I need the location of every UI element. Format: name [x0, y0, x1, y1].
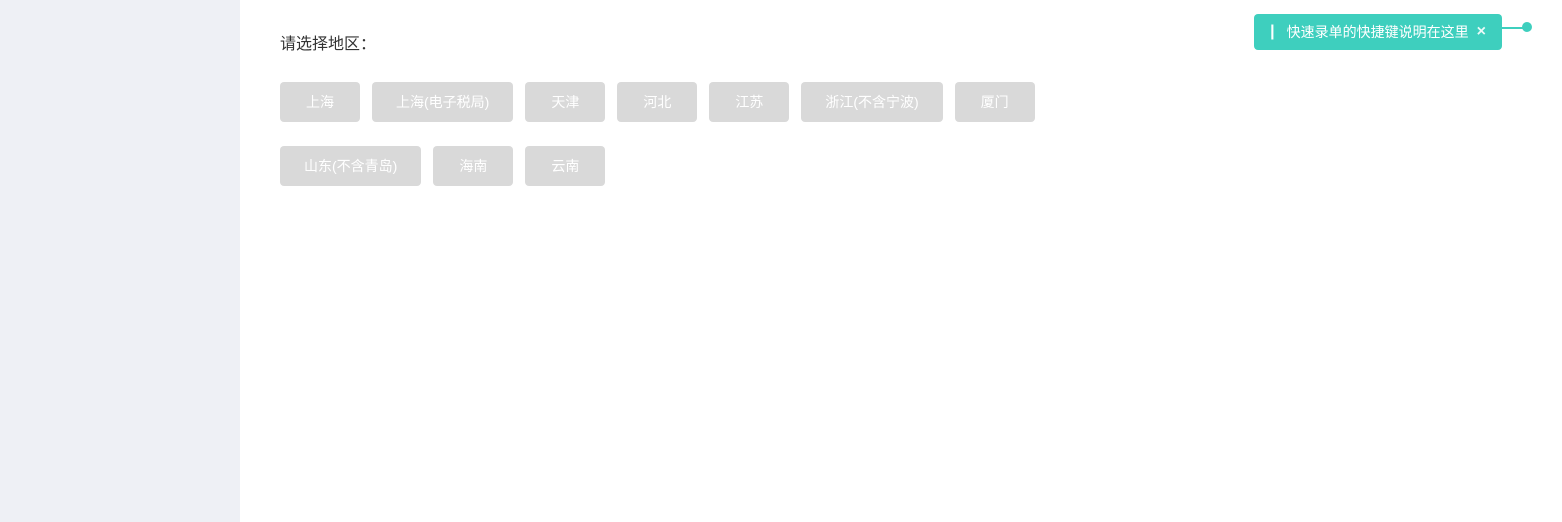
- region-button-shanghai[interactable]: 上海: [280, 82, 360, 122]
- region-button-hebei[interactable]: 河北: [617, 82, 697, 122]
- sidebar: [0, 0, 240, 522]
- region-button-shanghai-etax[interactable]: 上海(电子税局): [372, 82, 513, 122]
- tooltip-dot: [1522, 22, 1532, 32]
- tooltip-connector: [1502, 27, 1524, 29]
- tooltip-close-button[interactable]: ×: [1477, 23, 1486, 41]
- region-button-xiamen[interactable]: 厦门: [955, 82, 1035, 122]
- tooltip-banner: 快速录单的快捷键说明在这里 ×: [1254, 14, 1502, 50]
- region-button-yunnan[interactable]: 云南: [525, 146, 605, 186]
- region-button-zhejiang[interactable]: 浙江(不含宁波): [801, 82, 942, 122]
- region-button-tianjin[interactable]: 天津: [525, 82, 605, 122]
- region-button-shandong[interactable]: 山东(不含青岛): [280, 146, 421, 186]
- region-button-jiangsu[interactable]: 江苏: [709, 82, 789, 122]
- tooltip-text: 快速录单的快捷键说明在这里: [1287, 22, 1469, 42]
- region-button-hainan[interactable]: 海南: [433, 146, 513, 186]
- region-button-group: 上海上海(电子税局) 天津河北江苏浙江(不含宁波) 厦门山东(不含青岛) 海南云南: [280, 82, 1522, 186]
- main-content: 请选择地区： 上海上海(电子税局)天津河北江苏浙江(不含宁波)厦门山东(不含青岛…: [240, 0, 1562, 522]
